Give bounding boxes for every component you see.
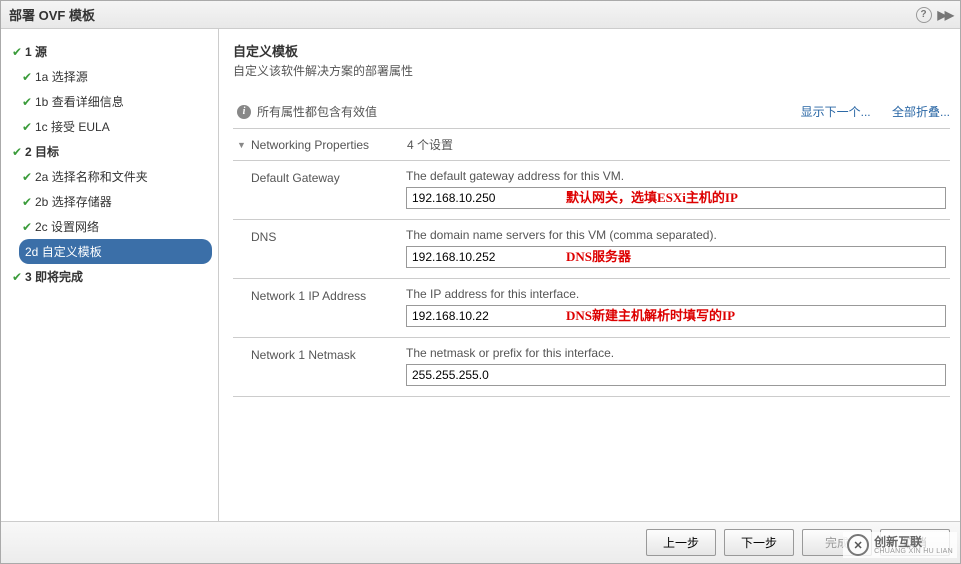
check-icon: ✔ [19,195,35,209]
cancel-button[interactable]: 取消 [880,529,950,556]
prop-label: Default Gateway [251,169,406,209]
help-icon[interactable]: ? [916,7,932,23]
ip-address-input[interactable] [406,305,946,327]
prop-desc: The domain name servers for this VM (com… [406,228,946,242]
check-icon: ✔ [9,270,25,284]
check-icon: ✔ [19,70,35,84]
step-customize-template[interactable]: 2d 自定义模板 [19,239,212,264]
footer: 上一步 下一步 完成 取消 [1,521,960,563]
section-title: Networking Properties [251,138,407,152]
step-destination[interactable]: ✔2 目标 [1,139,218,164]
prop-label: DNS [251,228,406,268]
prop-desc: The IP address for this interface. [406,287,946,301]
step-source[interactable]: ✔1 源 [1,39,218,64]
check-icon: ✔ [9,45,25,59]
validation-text: 所有属性都包含有效值 [257,103,783,120]
next-button[interactable]: 下一步 [724,529,794,556]
content-pane: 自定义模板 自定义该软件解决方案的部署属性 i 所有属性都包含有效值 显示下一个… [219,29,960,521]
dns-input[interactable] [406,246,946,268]
step-review-details[interactable]: ✔1b 查看详细信息 [1,89,218,114]
page-title: 自定义模板 [233,41,950,60]
prop-label: Network 1 Netmask [251,346,406,386]
chevron-down-icon: ▼ [237,140,251,150]
back-button[interactable]: 上一步 [646,529,716,556]
show-next-link[interactable]: 显示下一个... [801,105,871,119]
step-select-name-folder[interactable]: ✔2a 选择名称和文件夹 [1,164,218,189]
finish-button: 完成 [802,529,872,556]
info-icon: i [237,105,251,119]
prop-netmask: Network 1 Netmask The netmask or prefix … [233,338,950,397]
check-icon: ✔ [9,145,25,159]
check-icon: ✔ [19,170,35,184]
check-icon: ✔ [19,220,35,234]
section-count: 4 个设置 [407,136,453,153]
prop-desc: The default gateway address for this VM. [406,169,946,183]
titlebar: 部署 OVF 模板 ? ▶▶ [1,1,960,29]
dialog-title: 部署 OVF 模板 [9,5,916,24]
prop-dns: DNS The domain name servers for this VM … [233,220,950,279]
ovf-deploy-dialog: 部署 OVF 模板 ? ▶▶ ✔1 源 ✔1a 选择源 ✔1b 查看详细信息 ✔… [0,0,961,564]
collapse-all-link[interactable]: 全部折叠... [892,105,950,119]
wizard-steps-sidebar: ✔1 源 ✔1a 选择源 ✔1b 查看详细信息 ✔1c 接受 EULA ✔2 目… [1,29,219,521]
validation-row: i 所有属性都包含有效值 显示下一个... 全部折叠... [233,97,950,129]
expand-icon[interactable]: ▶▶ [938,8,952,22]
prop-label: Network 1 IP Address [251,287,406,327]
step-ready-complete[interactable]: ✔3 即将完成 [1,264,218,289]
prop-desc: The netmask or prefix for this interface… [406,346,946,360]
check-icon: ✔ [19,95,35,109]
prop-default-gateway: Default Gateway The default gateway addr… [233,161,950,220]
check-icon: ✔ [19,120,35,134]
default-gateway-input[interactable] [406,187,946,209]
page-subtitle: 自定义该软件解决方案的部署属性 [233,62,950,79]
section-networking[interactable]: ▼ Networking Properties 4 个设置 [233,129,950,161]
step-setup-networks[interactable]: ✔2c 设置网络 [1,214,218,239]
prop-ip-address: Network 1 IP Address The IP address for … [233,279,950,338]
step-accept-eula[interactable]: ✔1c 接受 EULA [1,114,218,139]
step-select-storage[interactable]: ✔2b 选择存储器 [1,189,218,214]
netmask-input[interactable] [406,364,946,386]
step-select-source[interactable]: ✔1a 选择源 [1,64,218,89]
